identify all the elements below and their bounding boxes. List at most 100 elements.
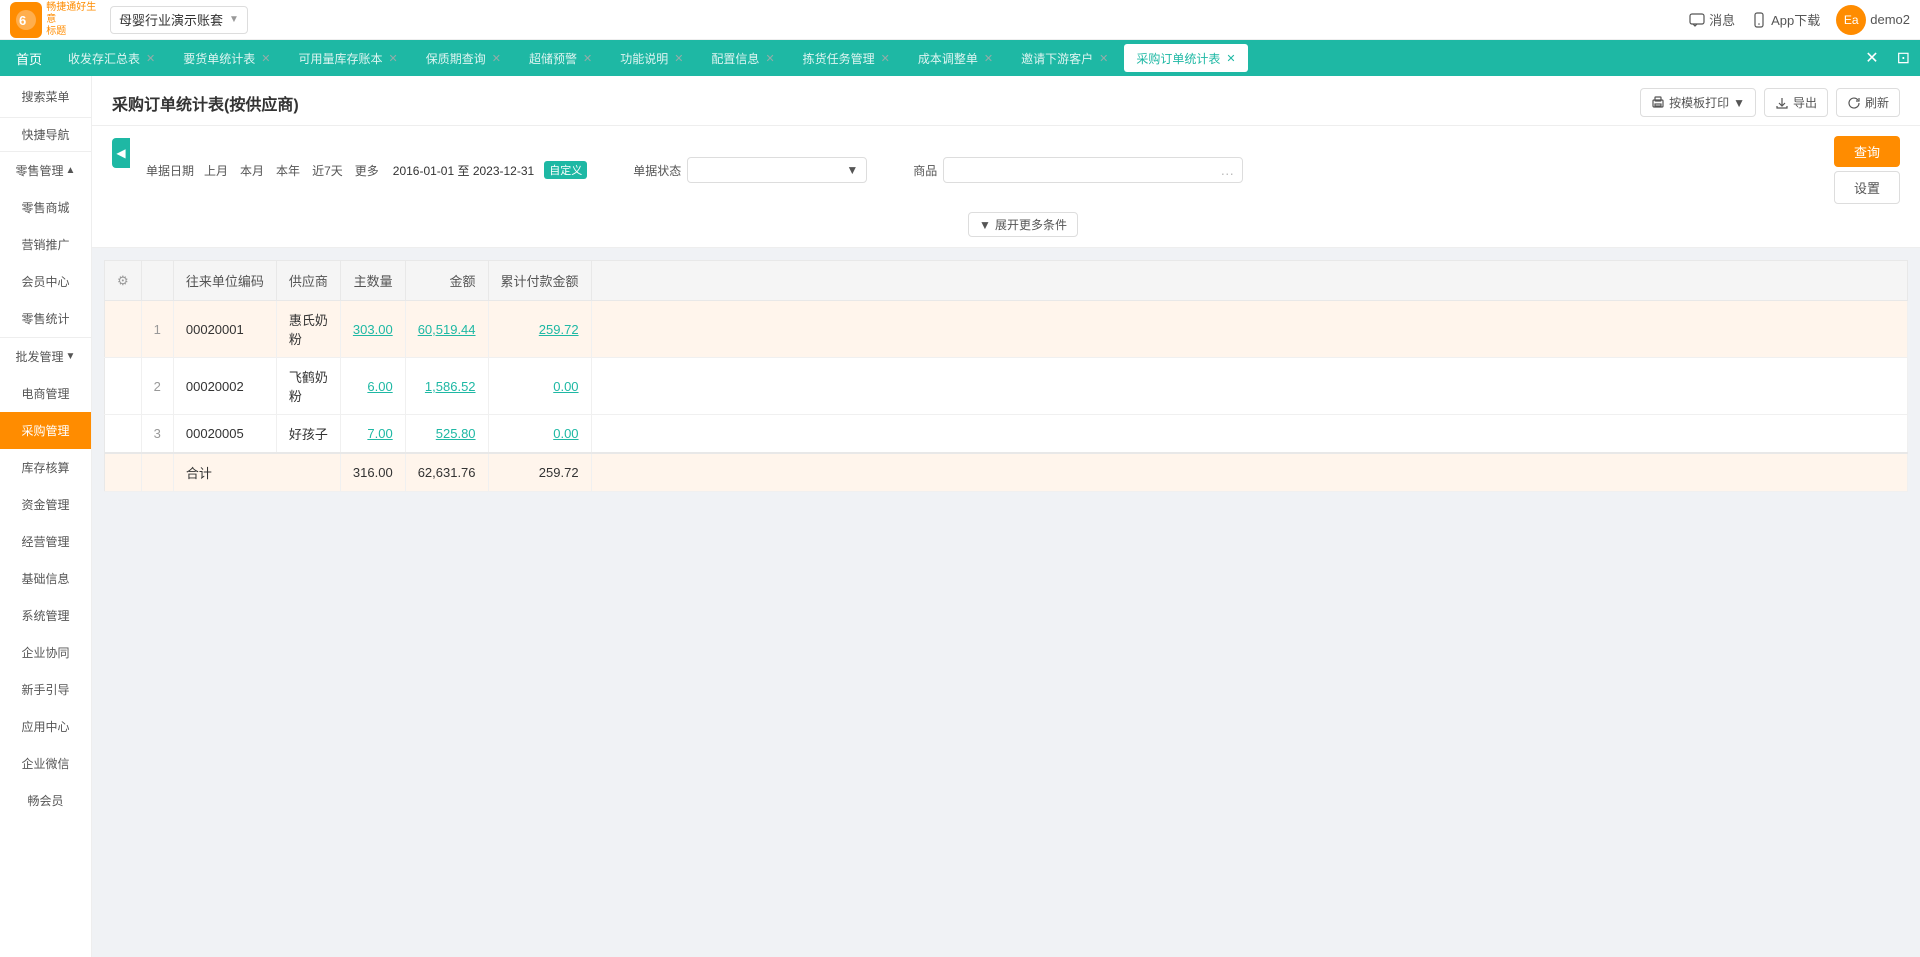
sidebar-item-enterprise-wechat[interactable]: 企业微信 — [0, 745, 91, 782]
row-paid-2[interactable]: 0.00 — [488, 358, 591, 415]
row-amount-1[interactable]: 60,519.44 — [405, 301, 488, 358]
sidebar-item-app-center[interactable]: 应用中心 — [0, 708, 91, 745]
tab-close-active-icon[interactable]: ✕ — [1226, 52, 1235, 65]
tab-receipt-summary[interactable]: 收发存汇总表 ✕ — [56, 44, 167, 72]
top-right-area: 消息 App下载 Ea demo2 — [1689, 5, 1910, 35]
shortcut-last-month[interactable]: 上月 — [200, 160, 232, 181]
quick-nav-btn[interactable]: 快捷导航 — [0, 118, 91, 152]
row-qty-3[interactable]: 7.00 — [340, 415, 405, 454]
th-qty: 主数量 — [340, 261, 405, 301]
tab-close-icon[interactable]: ✕ — [492, 52, 501, 65]
sidebar-search-section: 搜索菜单 — [0, 76, 91, 118]
footer-amount: 62,631.76 — [405, 453, 488, 492]
app-download-btn[interactable]: App下载 — [1751, 10, 1820, 29]
main-content: 采购订单统计表(按供应商) 按模板打印 ▼ 导出 刷新 — [92, 76, 1920, 957]
tab-close-icon[interactable]: ✕ — [765, 52, 774, 65]
sidebar-item-ecommerce-mgmt[interactable]: 电商管理 — [0, 375, 91, 412]
row-paid-1[interactable]: 259.72 — [488, 301, 591, 358]
print-btn[interactable]: 按模板打印 ▼ — [1640, 88, 1756, 117]
sidebar-item-purchase-mgmt[interactable]: 采购管理 — [0, 412, 91, 449]
sidebar-item-retail-stats[interactable]: 零售统计 — [0, 300, 91, 337]
tab-close-icon[interactable]: ✕ — [261, 52, 270, 65]
workspace-arrow: ▼ — [229, 14, 239, 25]
chevron-down-icon: ▼ — [66, 351, 76, 362]
export-btn[interactable]: 导出 — [1764, 88, 1828, 117]
search-menu-btn[interactable]: 搜索菜单 — [6, 84, 85, 109]
sidebar-item-enterprise-collab[interactable]: 企业协同 — [0, 634, 91, 671]
shortcut-more[interactable]: 更多 — [351, 160, 383, 181]
tab-config-info[interactable]: 配置信息 ✕ — [699, 44, 786, 72]
status-select[interactable]: ▼ — [687, 157, 867, 183]
user-profile-btn[interactable]: Ea demo2 — [1836, 5, 1910, 35]
tab-close-icon[interactable]: ✕ — [1099, 52, 1108, 65]
tab-invite-downstream[interactable]: 邀请下游客户 ✕ — [1009, 44, 1120, 72]
sidebar-item-inventory-check[interactable]: 库存核算 — [0, 449, 91, 486]
tab-home[interactable]: 首页 — [4, 49, 54, 68]
expand-more-conditions-btn[interactable]: ▼ 展开更多条件 — [968, 212, 1078, 237]
shortcut-7days[interactable]: 近7天 — [308, 160, 347, 181]
tab-close-icon[interactable]: ✕ — [146, 52, 155, 65]
filter-goods-item: 商品 … — [913, 157, 1243, 183]
phone-icon — [1751, 12, 1767, 28]
tab-purchase-stats[interactable]: 采购订单统计表 ✕ — [1124, 44, 1247, 72]
row-code-2: 00020002 — [173, 358, 276, 415]
sidebar-item-operation-mgmt[interactable]: 经营管理 — [0, 523, 91, 560]
settings-btn[interactable]: 设置 — [1834, 171, 1900, 204]
query-btn[interactable]: 查询 — [1834, 136, 1900, 167]
tab-overstock-warning[interactable]: 超储预警 ✕ — [517, 44, 604, 72]
refresh-btn[interactable]: 刷新 — [1836, 88, 1900, 117]
row-qty-2[interactable]: 6.00 — [340, 358, 405, 415]
row-idx-2: 2 — [141, 358, 173, 415]
shortcut-this-month[interactable]: 本月 — [236, 160, 268, 181]
chevron-up-icon: ▲ — [66, 165, 76, 176]
row-paid-3[interactable]: 0.00 — [488, 415, 591, 454]
tab-nav-right-actions: ✕ ⊡ — [1859, 46, 1916, 70]
row-amount-2[interactable]: 1,586.52 — [405, 358, 488, 415]
goods-input[interactable] — [952, 163, 1220, 177]
sidebar-item-fund-mgmt[interactable]: 资金管理 — [0, 486, 91, 523]
tab-close-all-btn[interactable]: ✕ — [1859, 46, 1884, 70]
row-amount-3[interactable]: 525.80 — [405, 415, 488, 454]
goods-input-wrapper: … — [943, 157, 1243, 183]
tab-cost-adjust[interactable]: 成本调整单 ✕ — [906, 44, 1005, 72]
sidebar-item-retail-mgmt[interactable]: 零售管理 ▲ — [0, 152, 91, 189]
tab-order-stats[interactable]: 要货单统计表 ✕ — [171, 44, 282, 72]
th-amount: 金额 — [405, 261, 488, 301]
tab-close-icon[interactable]: ✕ — [984, 52, 993, 65]
export-icon — [1775, 96, 1789, 110]
goods-more-btn[interactable]: … — [1220, 162, 1234, 178]
message-btn[interactable]: 消息 — [1689, 10, 1735, 29]
custom-tag: 自定义 — [544, 161, 587, 179]
tab-expiry-query[interactable]: 保质期查询 ✕ — [414, 44, 513, 72]
footer-idx — [141, 453, 173, 492]
tab-close-icon[interactable]: ✕ — [881, 52, 890, 65]
top-bar: 6 畅捷通好生意 标题 母婴行业演示账套 ▼ 消息 App下载 Ea demo2 — [0, 0, 1920, 40]
sidebar-item-vip-member[interactable]: 畅会员 — [0, 782, 91, 819]
sidebar-item-wholesale-mgmt[interactable]: 批发管理 ▼ — [0, 338, 91, 375]
th-gear[interactable]: ⚙ — [105, 261, 142, 301]
footer-qty: 316.00 — [340, 453, 405, 492]
row-qty-1[interactable]: 303.00 — [340, 301, 405, 358]
tab-available-stock[interactable]: 可用量库存账本 ✕ — [286, 44, 409, 72]
tab-close-icon[interactable]: ✕ — [583, 52, 592, 65]
tab-fullscreen-btn[interactable]: ⊡ — [1891, 46, 1916, 70]
row-gear-1 — [105, 301, 142, 358]
filter-collapse-btn[interactable]: ◀ — [112, 138, 130, 168]
tab-close-icon[interactable]: ✕ — [674, 52, 683, 65]
sidebar-item-retail-mall[interactable]: 零售商城 — [0, 189, 91, 226]
sidebar-item-marketing[interactable]: 营销推广 — [0, 226, 91, 263]
filter-row-1: 单据日期 上月 本月 本年 近7天 更多 2016-01-01 至 2023-1… — [146, 136, 1900, 204]
row-empty-1 — [591, 301, 1907, 358]
sidebar-item-system-mgmt[interactable]: 系统管理 — [0, 597, 91, 634]
filter-status-item: 单据状态 ▼ — [633, 157, 867, 183]
row-idx-3: 3 — [141, 415, 173, 454]
workspace-selector[interactable]: 母婴行业演示账套 ▼ — [110, 6, 248, 34]
tab-close-icon[interactable]: ✕ — [389, 52, 398, 65]
sidebar-item-new-guide[interactable]: 新手引导 — [0, 671, 91, 708]
shortcut-this-year[interactable]: 本年 — [272, 160, 304, 181]
sidebar-item-basic-info[interactable]: 基础信息 — [0, 560, 91, 597]
th-supplier-name: 供应商 — [276, 261, 340, 301]
sidebar-item-member-center[interactable]: 会员中心 — [0, 263, 91, 300]
tab-picking-task[interactable]: 拣货任务管理 ✕ — [791, 44, 902, 72]
tab-function-desc[interactable]: 功能说明 ✕ — [608, 44, 695, 72]
